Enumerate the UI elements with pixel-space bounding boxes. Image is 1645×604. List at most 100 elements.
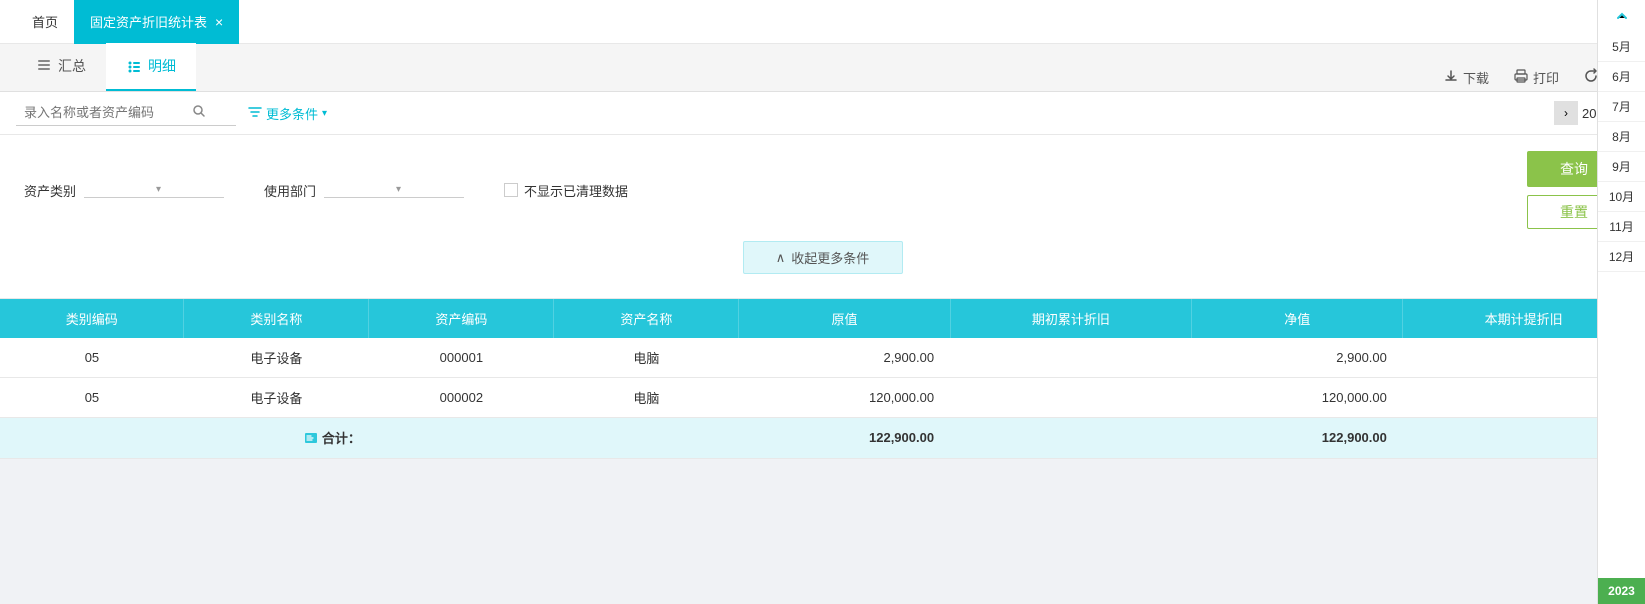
total-accumulated-dep (950, 418, 1192, 459)
home-nav[interactable]: 首页 (16, 12, 74, 31)
search-icon (192, 104, 206, 121)
row2-category-name: 电子设备 (184, 378, 369, 418)
total-asset-name (554, 418, 739, 459)
asset-category-select[interactable]: ▾ (84, 182, 224, 198)
col-category-name: 类别名称 (184, 299, 369, 338)
month-5-label: 5月 (1612, 38, 1631, 55)
department-filter: 使用部门 ▾ (264, 181, 464, 200)
month-10-label: 10月 (1609, 188, 1634, 205)
department-label: 使用部门 (264, 181, 316, 200)
download-button[interactable]: 下载 (1443, 68, 1489, 87)
tab-detail[interactable]: 明细 (106, 43, 196, 91)
filter-panel: 资产类别 ▾ 使用部门 ▾ 不显示已清理数据 查询 重置 ∧ 收起更多条件 (0, 135, 1645, 299)
col-net-value: 净值 (1192, 299, 1403, 338)
month-12-label: 12月 (1609, 248, 1634, 265)
month-9-label: 9月 (1612, 158, 1631, 175)
chevron-right-icon: › (1564, 106, 1568, 120)
month-8-label: 8月 (1612, 128, 1631, 145)
col-asset-name: 资产名称 (554, 299, 739, 338)
total-icon: 合计： (304, 428, 361, 447)
collapse-button[interactable]: ∧ 收起更多条件 (743, 241, 903, 274)
table-wrap: 类别编码 类别名称 资产编码 资产名称 原值 期初累计折旧 净值 本期计提折旧 … (0, 299, 1645, 459)
total-net-value: 122,900.00 (1192, 418, 1403, 459)
sidebar-month-10[interactable]: 10月 (1598, 182, 1645, 212)
row2-net-value: 120,000.00 (1192, 378, 1403, 418)
row1-category-name: 电子设备 (184, 338, 369, 378)
tab-detail-label: 明细 (148, 56, 176, 76)
more-filters-label: 更多条件 (266, 104, 318, 123)
more-filters-button[interactable]: 更多条件 ▾ (248, 104, 327, 123)
sidebar-month-12[interactable]: 12月 (1598, 242, 1645, 272)
col-category-code: 类别编码 (0, 299, 184, 338)
chevron-down-icon: ▾ (322, 108, 327, 119)
row1-asset-code: 000001 (369, 338, 554, 378)
sub-tabs-bar: 汇总 明细 下载 (0, 44, 1645, 92)
download-icon (1443, 68, 1459, 87)
table-row: 05 电子设备 000001 电脑 2,900.00 2,900.00 (0, 338, 1645, 378)
tab-summary-label: 汇总 (58, 56, 86, 76)
collapse-label: 收起更多条件 (791, 248, 869, 267)
row1-original-value: 2,900.00 (739, 338, 950, 378)
print-button[interactable]: 打印 (1513, 68, 1559, 87)
table-header-row: 类别编码 类别名称 资产编码 资产名称 原值 期初累计折旧 净值 本期计提折旧 (0, 299, 1645, 338)
print-label: 打印 (1533, 68, 1559, 87)
sidebar-month-6[interactable]: 6月 (1598, 62, 1645, 92)
row2-original-value: 120,000.00 (739, 378, 950, 418)
sidebar-month-9[interactable]: 9月 (1598, 152, 1645, 182)
row2-category-code: 05 (0, 378, 184, 418)
row1-asset-name: 电脑 (554, 338, 739, 378)
department-arrow: ▾ (396, 184, 460, 195)
download-label: 下载 (1463, 68, 1489, 87)
layers-icon (36, 58, 52, 74)
col-asset-code: 资产编码 (369, 299, 554, 338)
table-row: 05 电子设备 000002 电脑 120,000.00 120,000.00 (0, 378, 1645, 418)
total-asset-code (369, 418, 554, 459)
search-input[interactable] (24, 105, 184, 120)
sidebar-up-arrow[interactable] (1598, 0, 1645, 32)
search-bar: 更多条件 ▾ › 2023.01 (0, 92, 1645, 135)
print-icon (1513, 68, 1529, 87)
sidebar-month-7[interactable]: 7月 (1598, 92, 1645, 122)
sidebar-month-8[interactable]: 8月 (1598, 122, 1645, 152)
row2-accumulated-dep (950, 378, 1192, 418)
col-original-value: 原值 (739, 299, 950, 338)
right-sidebar: 5月 6月 7月 8月 9月 10月 11月 12月 2023 (1597, 0, 1645, 604)
total-label: 合计： (322, 428, 361, 447)
search-input-wrap[interactable] (16, 100, 236, 126)
asset-category-filter: 资产类别 ▾ (24, 181, 224, 200)
row1-net-value: 2,900.00 (1192, 338, 1403, 378)
row1-category-code: 05 (0, 338, 184, 378)
top-nav: 首页 固定资产折旧统计表 × × (0, 0, 1645, 44)
asset-category-arrow: ▾ (156, 184, 220, 195)
date-nav-arrow[interactable]: › (1554, 101, 1578, 125)
collapse-row: ∧ 收起更多条件 (24, 241, 1621, 282)
col-accumulated-depreciation: 期初累计折旧 (950, 299, 1192, 338)
month-11-label: 11月 (1609, 218, 1633, 235)
row2-asset-code: 000002 (369, 378, 554, 418)
list-icon (126, 58, 142, 74)
department-select[interactable]: ▾ (324, 182, 464, 198)
tab-label: 固定资产折旧统计表 (90, 12, 207, 31)
total-original-value: 122,900.00 (739, 418, 950, 459)
sidebar-month-11[interactable]: 11月 (1598, 212, 1645, 242)
table-total-row: 合计： 122,900.00 122,900.00 (0, 418, 1645, 459)
row2-asset-name: 电脑 (554, 378, 739, 418)
month-7-label: 7月 (1612, 98, 1631, 115)
data-table: 类别编码 类别名称 资产编码 资产名称 原值 期初累计折旧 净值 本期计提折旧 … (0, 299, 1645, 459)
row1-accumulated-dep (950, 338, 1192, 378)
exclude-cleared-label: 不显示已清理数据 (524, 181, 628, 200)
asset-category-label: 资产类别 (24, 181, 76, 200)
exclude-cleared-checkbox[interactable] (504, 183, 518, 197)
chevron-up-icon: ∧ (776, 250, 786, 266)
active-tab[interactable]: 固定资产折旧统计表 × (74, 0, 239, 44)
month-6-label: 6月 (1612, 68, 1631, 85)
tab-summary[interactable]: 汇总 (16, 43, 106, 91)
year-label: 2023 (1608, 584, 1635, 598)
sidebar-year: 2023 (1598, 578, 1645, 604)
sidebar-month-5[interactable]: 5月 (1598, 32, 1645, 62)
exclude-cleared-checkbox-item[interactable]: 不显示已清理数据 (504, 181, 628, 200)
filter-row: 资产类别 ▾ 使用部门 ▾ 不显示已清理数据 查询 重置 (24, 151, 1621, 229)
tab-close-button[interactable]: × (215, 14, 223, 30)
filter-icon (248, 105, 262, 122)
total-icon-cell: 合计： (0, 418, 369, 459)
